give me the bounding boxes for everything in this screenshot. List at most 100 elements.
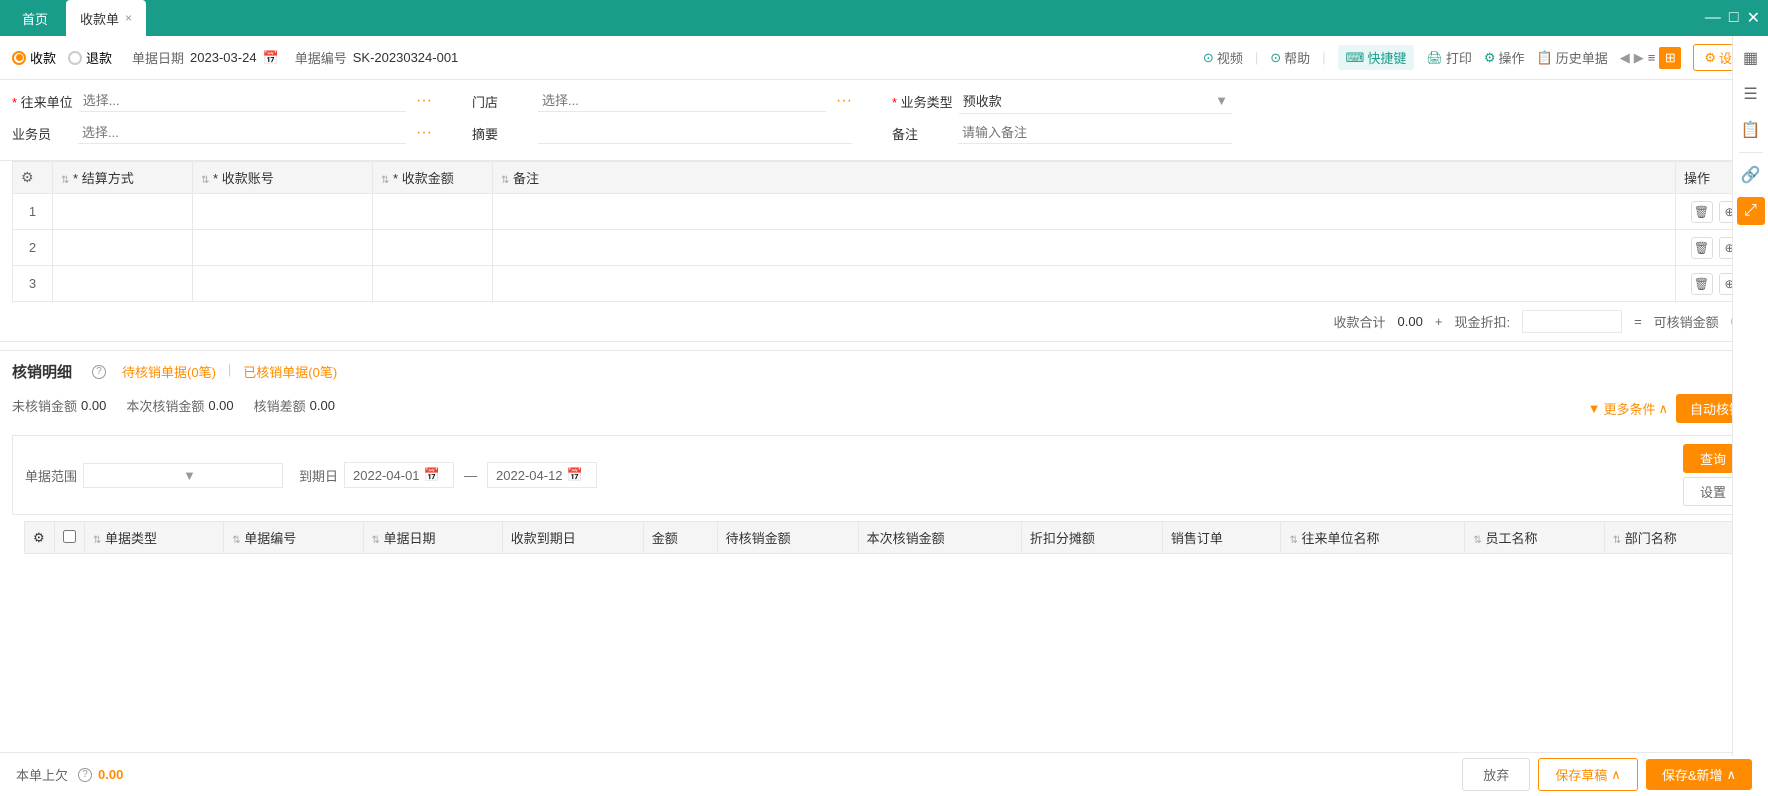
sort-settle-icon[interactable]: ⇅ [61, 175, 69, 186]
operation-btn[interactable]: ⚙ 操作 [1484, 48, 1525, 67]
radio-return[interactable]: 退款 [68, 48, 112, 67]
row-1-remark[interactable] [493, 194, 1676, 230]
col-discount-header: 折扣分摊额 [1021, 522, 1162, 554]
date-to-input[interactable]: 2022-04-12 📅 [487, 462, 597, 488]
window-minimize-icon[interactable]: — [1705, 9, 1721, 27]
rp-list-icon[interactable]: ☰ [1737, 80, 1765, 108]
table-settings-icon[interactable]: ⚙ [21, 169, 34, 185]
salesman-more-icon[interactable]: ··· [416, 124, 432, 142]
row-2-remark[interactable] [493, 230, 1676, 266]
calendar-icon[interactable]: 📅 [263, 50, 279, 66]
tab-close-icon[interactable]: × [125, 11, 132, 25]
rp-expand-icon[interactable]: ⤢ [1737, 197, 1765, 225]
list-view-icon[interactable]: ≡ [1648, 50, 1656, 65]
radio-receive[interactable]: 收款 [12, 48, 56, 67]
col-date-header: ⇅ 单据日期 [363, 522, 502, 554]
rp-table-icon[interactable]: ▦ [1737, 44, 1765, 72]
row-2-amount[interactable] [373, 230, 493, 266]
help-icon: ⊙ [1270, 50, 1281, 66]
video-btn[interactable]: ⊙ 视频 [1203, 48, 1243, 67]
rp-clip-icon[interactable]: 📋 [1737, 116, 1765, 144]
discount-input[interactable] [1522, 310, 1622, 333]
sort-date-icon[interactable]: ⇅ [372, 535, 380, 546]
salesman-input[interactable] [78, 122, 406, 144]
save-new-arrow-icon[interactable]: ∧ [1726, 767, 1736, 783]
shortcut-btn[interactable]: ⌨ 快捷键 [1338, 45, 1415, 70]
prev-view-icon[interactable]: ◀ [1620, 50, 1630, 66]
data-table-wrap: ⚙ ⇅ * 结算方式 ⇅ * 收款账号 ⇅ * 收款金额 [0, 161, 1768, 302]
col-settings-header[interactable]: ⚙ [13, 162, 53, 194]
tab-bar: 首页 收款单 × — □ ✕ [0, 0, 1768, 36]
sort-dept-icon[interactable]: ⇅ [1613, 535, 1621, 546]
sort-amount-icon[interactable]: ⇅ [381, 175, 389, 186]
sort-type-icon[interactable]: ⇅ [93, 535, 101, 546]
settings-icon-detail[interactable]: ⚙ [33, 530, 45, 545]
row-3-settle[interactable] [53, 266, 193, 302]
save-draft-btn[interactable]: 保存草稿 ∧ [1538, 758, 1638, 791]
sort-partner-icon[interactable]: ⇅ [1289, 535, 1297, 546]
row-2-settle[interactable] [53, 230, 193, 266]
summary-input[interactable] [538, 122, 852, 144]
abandon-btn[interactable]: 放弃 [1462, 758, 1530, 791]
row-2-delete-icon[interactable]: 🗑 [1691, 237, 1713, 259]
col-order-header: 销售订单 [1162, 522, 1281, 554]
row-1-account[interactable] [193, 194, 373, 230]
window-maximize-icon[interactable]: □ [1729, 9, 1739, 27]
history-btn[interactable]: 📋 历史单据 [1537, 48, 1608, 67]
print-btn[interactable]: 🖨 打印 [1426, 48, 1472, 67]
sort-account-icon[interactable]: ⇅ [201, 175, 209, 186]
row-3-remark[interactable] [493, 266, 1676, 302]
diff-value: 0.00 [310, 398, 335, 413]
bottom-bar: 本单上欠 ? 0.00 放弃 保存草稿 ∧ 保存&新增 ∧ [0, 752, 1768, 796]
row-1-delete-icon[interactable]: 🗑 [1691, 201, 1713, 223]
store-input[interactable] [538, 90, 826, 112]
tab-pending[interactable]: 待核销单据(0笔) [122, 362, 216, 381]
row-3-amount[interactable] [373, 266, 493, 302]
tab-verified[interactable]: 已核销单据(0笔) [243, 362, 337, 381]
range-field: 单据范围 ▼ [25, 463, 283, 488]
row-1-settle[interactable] [53, 194, 193, 230]
verify-info: 未核销金额 0.00 本次核销金额 0.00 核销差额 0.00 [12, 390, 1588, 421]
col-pending-header: 待核销金额 [717, 522, 858, 554]
row-3-account[interactable] [193, 266, 373, 302]
select-all-checkbox[interactable] [63, 530, 76, 543]
window-close-icon[interactable]: ✕ [1747, 8, 1760, 28]
store-field: 门店 ··· [472, 90, 852, 112]
counterparty-input[interactable] [79, 90, 406, 112]
bottom-info: 本单上欠 ? 0.00 [16, 765, 123, 784]
save-draft-arrow-icon[interactable]: ∧ [1611, 767, 1621, 783]
verify-actions: ▼ 更多条件 ∧ 自动核销 [1588, 394, 1756, 423]
sort-number-icon[interactable]: ⇅ [232, 535, 240, 546]
tab-home[interactable]: 首页 [8, 0, 62, 36]
help-btn[interactable]: ⊙ 帮助 [1270, 48, 1310, 67]
range-select[interactable]: ▼ [83, 463, 283, 488]
radio-group: 收款 退款 [12, 48, 112, 67]
date-from-input[interactable]: 2022-04-01 📅 [344, 462, 454, 488]
next-view-icon[interactable]: ▶ [1634, 50, 1644, 66]
unverified-field: 未核销金额 0.00 [12, 396, 106, 415]
table-row: 3 🗑 ⊕ [13, 266, 1756, 302]
receive-table: ⚙ ⇅ * 结算方式 ⇅ * 收款账号 ⇅ * 收款金额 [12, 161, 1756, 302]
tab-receive[interactable]: 收款单 × [66, 0, 146, 36]
due-date-field: 到期日 2022-04-01 📅 — 2022-04-12 📅 [299, 462, 597, 488]
sort-remark-icon[interactable]: ⇅ [501, 175, 509, 186]
notes-input[interactable] [958, 122, 1232, 144]
more-filter-btn[interactable]: ▼ 更多条件 ∧ [1588, 399, 1668, 418]
row-3-delete-icon[interactable]: 🗑 [1691, 273, 1713, 295]
grid-view-icon[interactable]: ⊞ [1659, 47, 1681, 69]
row-1-amount[interactable] [373, 194, 493, 230]
calendar-to-icon[interactable]: 📅 [567, 467, 583, 483]
verify-header: 核销明细 ? 待核销单据(0笔) | 已核销单据(0笔) [12, 361, 1756, 382]
counterparty-more-icon[interactable]: ··· [416, 92, 432, 110]
bottom-info-icon[interactable]: ? [78, 768, 92, 782]
col-checkbox-header: ⚙ [25, 522, 55, 554]
calendar-from-icon[interactable]: 📅 [424, 467, 440, 483]
business-type-select[interactable]: 预收款 ▼ [959, 88, 1232, 114]
col-number-header: ⇅ 单据编号 [224, 522, 363, 554]
rp-link-icon[interactable]: 🔗 [1737, 161, 1765, 189]
sort-staff-icon[interactable]: ⇅ [1473, 535, 1481, 546]
store-more-icon[interactable]: ··· [836, 92, 852, 110]
row-2-account[interactable] [193, 230, 373, 266]
verify-info-icon[interactable]: ? [92, 365, 106, 379]
save-new-btn[interactable]: 保存&新增 ∧ [1646, 759, 1752, 790]
